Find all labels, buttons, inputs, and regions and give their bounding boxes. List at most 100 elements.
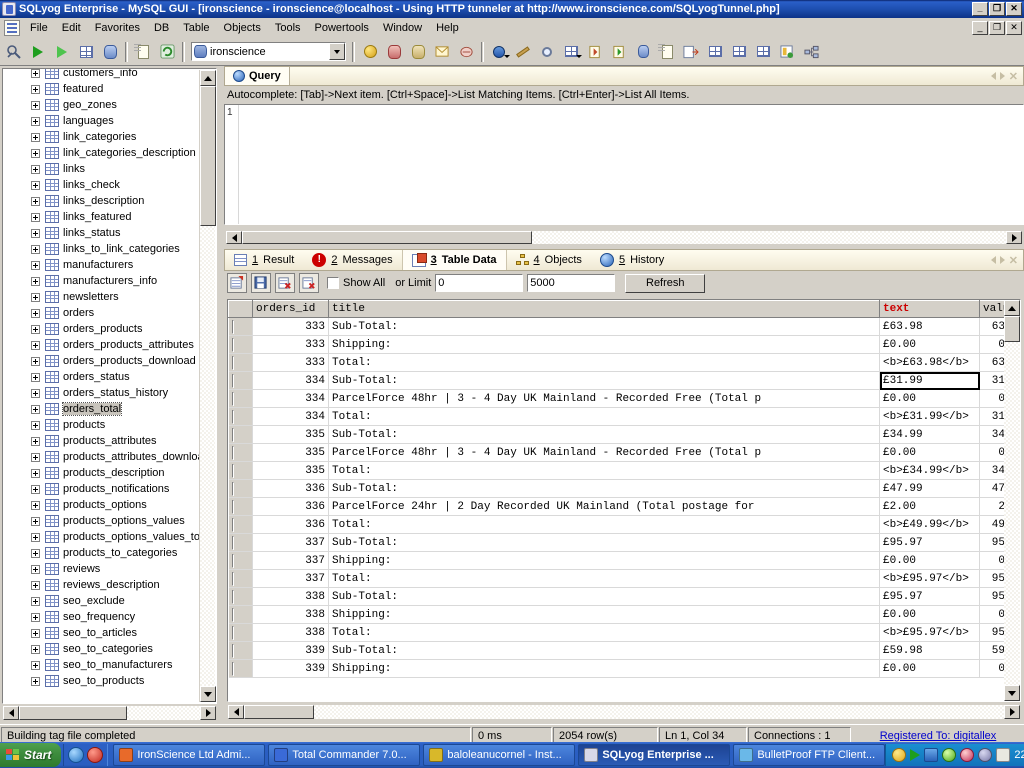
menu-item-file[interactable]: File — [23, 20, 55, 36]
refresh-button[interactable]: Refresh — [625, 273, 706, 293]
copy-database-icon[interactable] — [560, 41, 582, 63]
row-checkbox[interactable] — [231, 571, 234, 586]
expand-icon[interactable] — [31, 276, 40, 286]
safely-remove-icon[interactable] — [996, 748, 1011, 762]
menu-item-db[interactable]: DB — [147, 20, 176, 36]
user-manager-icon[interactable] — [488, 41, 510, 63]
cell-title[interactable]: Total: — [328, 353, 880, 372]
messenger-icon[interactable] — [960, 748, 975, 762]
expand-icon[interactable] — [31, 436, 40, 446]
cell-orders-id[interactable]: 336 — [252, 515, 329, 534]
restore-database-icon[interactable] — [407, 41, 429, 63]
row-select-cell[interactable] — [228, 569, 253, 588]
find-icon[interactable] — [536, 41, 558, 63]
column-header-title[interactable]: title — [328, 300, 880, 318]
export-data-icon[interactable] — [608, 41, 630, 63]
scroll-down-icon[interactable] — [200, 686, 216, 702]
tree-item-seo_to_articles[interactable]: seo_to_articles — [3, 625, 200, 641]
cell-orders-id[interactable]: 337 — [252, 569, 329, 588]
table-row[interactable]: 337Sub-Total:£95.9795.9700ot_subt — [228, 533, 1020, 552]
tree-hscroll-thumb[interactable] — [19, 706, 127, 720]
expand-icon[interactable] — [31, 388, 40, 398]
expand-icon[interactable] — [31, 580, 40, 590]
tree-item-products_attributes[interactable]: products_attributes — [3, 433, 200, 449]
menu-item-favorites[interactable]: Favorites — [88, 20, 147, 36]
manage-index-icon[interactable] — [752, 41, 774, 63]
mdi-close-button[interactable]: ✕ — [1006, 20, 1022, 35]
alter-table-icon[interactable] — [728, 41, 750, 63]
cell-text[interactable]: £34.99 — [879, 425, 980, 444]
row-checkbox[interactable] — [231, 499, 234, 514]
tree-item-orders_products_download[interactable]: orders_products_download — [3, 353, 200, 369]
table-row[interactable]: 337Shipping:£0.000.0000ot_ship — [228, 551, 1020, 570]
execute-all-queries-icon[interactable] — [51, 41, 73, 63]
taskbar-button[interactable]: baloleanucornel - Inst... — [423, 744, 576, 766]
table-row[interactable]: 338Sub-Total:£95.9795.9700ot_subt — [228, 587, 1020, 606]
table-row[interactable]: 336 ParcelForce 24hr | 2 Day Recorded UK … — [228, 497, 1020, 516]
row-checkbox[interactable] — [231, 355, 234, 370]
taskbar-button[interactable]: SQLyog Enterprise ... — [578, 744, 731, 766]
tab-result[interactable]: 1 Result — [225, 250, 303, 270]
cell-orders-id[interactable]: 339 — [252, 641, 329, 660]
menu-item-help[interactable]: Help — [429, 20, 466, 36]
cell-title[interactable]: Sub-Total: — [328, 317, 880, 336]
expand-icon[interactable] — [31, 452, 40, 462]
expand-icon[interactable] — [31, 260, 40, 270]
expand-icon[interactable] — [31, 100, 40, 110]
expand-icon[interactable] — [31, 244, 40, 254]
cell-text[interactable]: £0.00 — [879, 551, 980, 570]
table-row[interactable]: 339Sub-Total:£59.9859.9800ot_subt — [228, 641, 1020, 660]
connect-icon[interactable] — [3, 41, 25, 63]
expand-icon[interactable] — [31, 69, 40, 78]
cell-orders-id[interactable]: 334 — [252, 389, 329, 408]
cell-text[interactable]: <b>£34.99</b> — [879, 461, 980, 480]
sql-editor[interactable]: 1 — [224, 104, 1024, 225]
scroll-left-icon[interactable] — [3, 706, 19, 720]
cell-orders-id[interactable]: 337 — [252, 533, 329, 552]
menu-item-edit[interactable]: Edit — [55, 20, 88, 36]
start-button[interactable]: Start — [0, 743, 62, 767]
expand-icon[interactable] — [31, 596, 40, 606]
tab-next-icon[interactable] — [999, 72, 1005, 80]
cell-orders-id[interactable]: 333 — [252, 317, 329, 336]
expand-icon[interactable] — [31, 420, 40, 430]
tab-close-icon[interactable]: ✕ — [1009, 70, 1018, 83]
tree-item-manufacturers_info[interactable]: manufacturers_info — [3, 273, 200, 289]
copy-table-icon[interactable] — [632, 41, 654, 63]
editor-horizontal-scrollbar[interactable] — [225, 230, 1023, 245]
cell-title[interactable]: ParcelForce 48hr | 3 - 4 Day UK Mainland… — [328, 443, 880, 462]
expand-icon[interactable] — [31, 468, 40, 478]
database-tree[interactable]: customers_info featured geo_zones languages… — [2, 68, 217, 704]
cell-text[interactable]: £0.00 — [879, 335, 980, 354]
tab-history[interactable]: 5 History — [591, 250, 673, 270]
scroll-right-icon[interactable] — [200, 706, 216, 720]
expand-icon[interactable] — [31, 660, 40, 670]
row-select-cell[interactable] — [228, 551, 253, 570]
opera-icon[interactable] — [87, 747, 104, 763]
row-checkbox[interactable] — [231, 535, 234, 550]
tree-vertical-scrollbar[interactable] — [199, 70, 216, 702]
cell-orders-id[interactable]: 338 — [252, 605, 329, 624]
cell-title[interactable]: Shipping: — [328, 335, 880, 354]
minimize-button[interactable]: _ — [972, 2, 988, 16]
row-select-cell[interactable] — [228, 335, 253, 354]
cell-text[interactable]: £0.00 — [879, 605, 980, 624]
row-select-cell[interactable] — [228, 317, 253, 336]
cell-title[interactable]: Sub-Total: — [328, 641, 880, 660]
select-all-header[interactable] — [228, 300, 253, 318]
tree-item-products_to_categories[interactable]: products_to_categories — [3, 545, 200, 561]
execute-query-new-tab-icon[interactable] — [75, 41, 97, 63]
row-checkbox[interactable] — [231, 445, 234, 460]
expand-icon[interactable] — [31, 564, 40, 574]
row-checkbox[interactable] — [231, 337, 234, 352]
row-select-cell[interactable] — [228, 587, 253, 606]
sql-editor-text[interactable] — [239, 105, 1023, 224]
taskbar-button[interactable]: BulletProof FTP Client... — [733, 744, 886, 766]
expand-icon[interactable] — [31, 132, 40, 142]
cell-title[interactable]: Shipping: — [328, 659, 880, 678]
table-row[interactable]: 336Total:<b>£49.99</b>49.9900ot_tota — [228, 515, 1020, 534]
cell-orders-id[interactable]: 335 — [252, 425, 329, 444]
expand-icon[interactable] — [31, 612, 40, 622]
row-select-cell[interactable] — [228, 353, 253, 372]
cell-title[interactable]: Shipping: — [328, 551, 880, 570]
